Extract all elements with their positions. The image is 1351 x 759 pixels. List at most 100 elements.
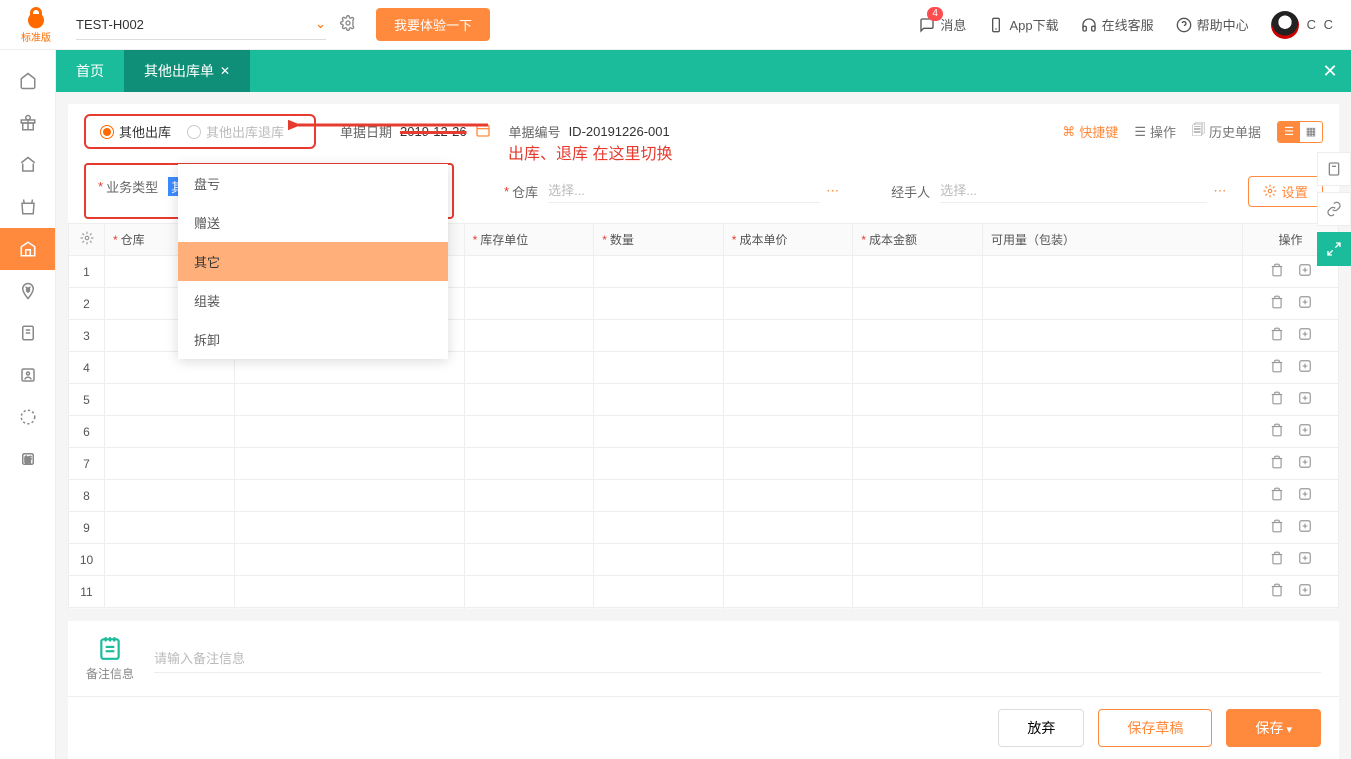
- save-button[interactable]: 保存: [1226, 709, 1321, 747]
- delete-icon[interactable]: [1270, 391, 1284, 408]
- close-icon[interactable]: ✕: [220, 64, 230, 78]
- calendar-icon[interactable]: [475, 122, 491, 141]
- settings-button[interactable]: 设置: [1248, 176, 1323, 207]
- col-qty: *数量: [594, 224, 724, 256]
- right-rail: [1317, 152, 1351, 266]
- table-row[interactable]: 10: [69, 544, 1339, 576]
- docno-label: 单据编号: [509, 122, 561, 141]
- side-sale[interactable]: [0, 186, 55, 228]
- more-icon[interactable]: ⋯: [826, 183, 841, 199]
- discard-button[interactable]: 放弃: [998, 709, 1084, 747]
- delete-icon[interactable]: [1270, 327, 1284, 344]
- rail-note-icon[interactable]: [1317, 152, 1351, 186]
- table-row[interactable]: 5: [69, 384, 1339, 416]
- delete-icon[interactable]: [1270, 455, 1284, 472]
- close-all-tabs[interactable]: ✕: [1309, 50, 1351, 92]
- hotkey-button[interactable]: ⌘ 快捷键: [1062, 122, 1118, 141]
- table-row[interactable]: 9: [69, 512, 1339, 544]
- add-icon[interactable]: [1298, 391, 1312, 408]
- table-row[interactable]: 8: [69, 480, 1339, 512]
- add-icon[interactable]: [1298, 295, 1312, 312]
- add-icon[interactable]: [1298, 551, 1312, 568]
- add-icon[interactable]: [1298, 583, 1312, 600]
- side-purchase[interactable]: [0, 144, 55, 186]
- chevron-down-icon: ⌄: [315, 16, 326, 32]
- remark-input[interactable]: [154, 645, 1321, 673]
- warehouse-select[interactable]: [548, 179, 820, 203]
- radio-outbound[interactable]: 其他出库: [100, 122, 171, 141]
- messages-badge: 4: [927, 7, 943, 21]
- add-icon[interactable]: [1298, 423, 1312, 440]
- dd-item-gift[interactable]: 赠送: [178, 203, 448, 242]
- add-icon[interactable]: [1298, 487, 1312, 504]
- date-label: 单据日期: [340, 122, 392, 141]
- subtotal-qty: 0.00: [594, 608, 724, 610]
- table-row[interactable]: 7: [69, 448, 1339, 480]
- delete-icon[interactable]: [1270, 583, 1284, 600]
- actions-button[interactable]: ☰ 操作: [1134, 122, 1176, 141]
- dd-item-other[interactable]: 其它: [178, 242, 448, 281]
- row-index: 6: [69, 416, 105, 448]
- history-button[interactable]: 🗐 历史单据: [1192, 121, 1261, 143]
- tab-home[interactable]: 首页: [56, 50, 124, 92]
- customer-service-button[interactable]: 在线客服: [1081, 15, 1154, 34]
- table-row[interactable]: 11: [69, 576, 1339, 608]
- try-button[interactable]: 我要体验一下: [376, 8, 490, 41]
- col-gear[interactable]: [69, 224, 105, 256]
- add-icon[interactable]: [1298, 359, 1312, 376]
- add-icon[interactable]: [1298, 263, 1312, 280]
- cs-label: 在线客服: [1102, 15, 1154, 34]
- avatar[interactable]: [1271, 11, 1299, 39]
- add-icon[interactable]: [1298, 327, 1312, 344]
- dd-item-loss[interactable]: 盘亏: [178, 164, 448, 203]
- dd-item-assemble[interactable]: 组装: [178, 281, 448, 320]
- handler-label: 经手人: [891, 182, 930, 201]
- view-toggle[interactable]: ☰ ▦: [1277, 121, 1323, 143]
- help-center-button[interactable]: 帮助中心: [1176, 15, 1249, 34]
- sidebar: ¥ 新: [0, 50, 56, 759]
- biztype-label: 业务类型: [106, 177, 158, 196]
- delete-icon[interactable]: [1270, 551, 1284, 568]
- row-index: 11: [69, 576, 105, 608]
- handler-select[interactable]: [940, 179, 1207, 203]
- dd-item-disassemble[interactable]: 拆卸: [178, 320, 448, 359]
- radio-return[interactable]: 其他出库退库: [187, 122, 284, 141]
- biztype-dropdown: 盘亏 赠送 其它 组装 拆卸: [178, 164, 448, 359]
- tab-other-outbound[interactable]: 其他出库单 ✕: [124, 50, 250, 92]
- save-draft-button[interactable]: 保存草稿: [1098, 709, 1212, 747]
- gear-icon[interactable]: [340, 15, 356, 34]
- delete-icon[interactable]: [1270, 359, 1284, 376]
- warehouse-label: 仓库: [512, 182, 538, 201]
- side-contact[interactable]: [0, 354, 55, 396]
- delete-icon[interactable]: [1270, 263, 1284, 280]
- docno-value: ID-20191226-001: [569, 124, 670, 139]
- shop-selector[interactable]: TEST-H002 ⌄: [76, 10, 326, 40]
- row-index: 10: [69, 544, 105, 576]
- side-finance[interactable]: ¥: [0, 270, 55, 312]
- rail-expand-icon[interactable]: [1317, 232, 1351, 266]
- table-row[interactable]: 6: [69, 416, 1339, 448]
- side-more[interactable]: [0, 396, 55, 438]
- delete-icon[interactable]: [1270, 487, 1284, 504]
- more-icon[interactable]: ⋯: [1213, 183, 1228, 199]
- add-icon[interactable]: [1298, 455, 1312, 472]
- list-view-icon[interactable]: ☰: [1278, 122, 1300, 142]
- delete-icon[interactable]: [1270, 519, 1284, 536]
- app-download-button[interactable]: App下载: [988, 15, 1058, 34]
- grid-view-icon[interactable]: ▦: [1300, 122, 1322, 142]
- shop-name: TEST-H002: [76, 17, 144, 32]
- side-report[interactable]: [0, 312, 55, 354]
- side-home[interactable]: [0, 60, 55, 102]
- col-avail: 可用量（包装）: [983, 224, 1243, 256]
- side-gift[interactable]: [0, 102, 55, 144]
- subtotal-amt: 0.00: [853, 608, 983, 610]
- side-new[interactable]: 新: [0, 438, 55, 480]
- date-value[interactable]: 2019-12-26: [400, 124, 467, 139]
- delete-icon[interactable]: [1270, 423, 1284, 440]
- delete-icon[interactable]: [1270, 295, 1284, 312]
- row-index: 9: [69, 512, 105, 544]
- side-warehouse[interactable]: [0, 228, 55, 270]
- add-icon[interactable]: [1298, 519, 1312, 536]
- rail-link-icon[interactable]: [1317, 192, 1351, 226]
- messages-button[interactable]: 消息 4: [919, 15, 966, 34]
